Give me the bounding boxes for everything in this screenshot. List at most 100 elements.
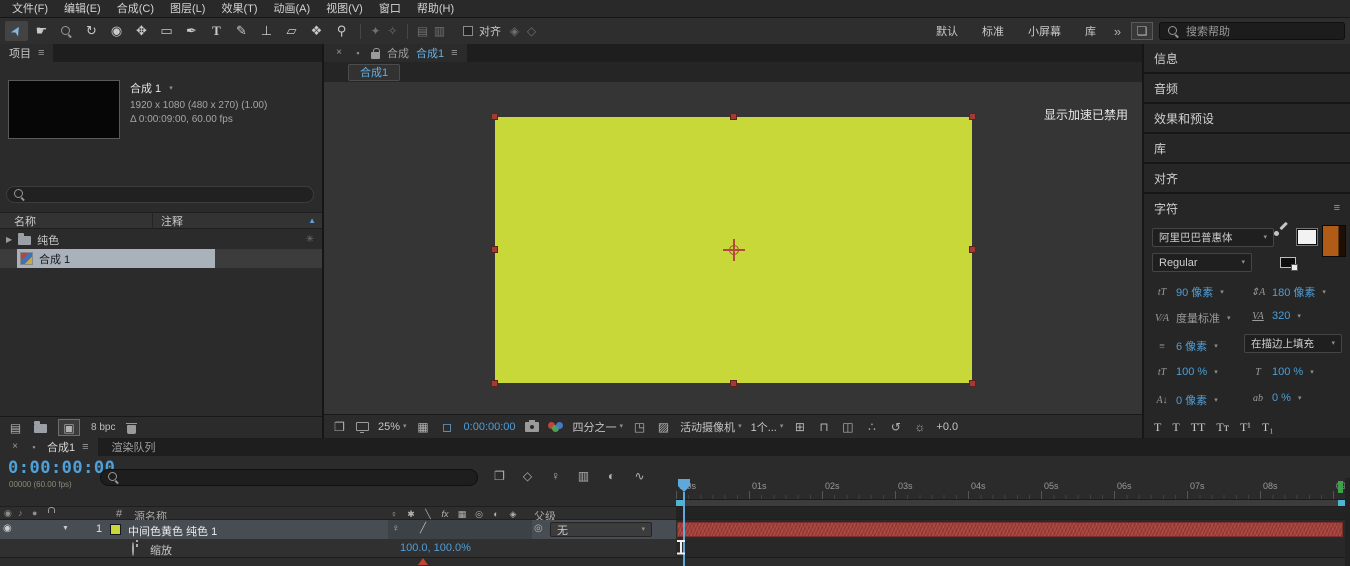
stroke-width-control[interactable]: ≡ 6 像素 ▾	[1152, 338, 1218, 354]
layer-color-chip[interactable]	[110, 524, 121, 535]
tab-timeline-comp1[interactable]: × ▪ 合成1 ≡	[0, 438, 98, 456]
transform-handle[interactable]	[491, 113, 498, 120]
scale-property-row[interactable]: 缩放 100.0, 100.0%	[0, 539, 676, 557]
target-region-icon[interactable]: ⊓	[816, 419, 831, 434]
solo-column-icon[interactable]: ●	[32, 508, 37, 518]
roto-brush-tool-icon[interactable]: ❖	[305, 21, 328, 41]
tsume-value[interactable]: 0 %	[1272, 392, 1291, 404]
workspace-tab[interactable]: 库	[1073, 23, 1108, 39]
font-family-dropdown[interactable]: 阿里巴巴普惠体 ▾	[1152, 228, 1274, 247]
exposure-value[interactable]: +0.0	[936, 421, 958, 433]
camera-dropdown[interactable]: 活动摄像机 ▾	[680, 419, 742, 435]
snap-label[interactable]: 对齐	[475, 23, 505, 39]
collapsed-panel-header[interactable]: 音频	[1144, 74, 1350, 102]
baseline-shift-value[interactable]: 0 像素	[1176, 392, 1207, 408]
layer-quality-toggle[interactable]: ╱	[420, 523, 426, 534]
layer-track[interactable]	[676, 520, 1345, 539]
faux-style-button[interactable]: Tᴛ	[1216, 420, 1229, 435]
faux-style-button[interactable]: T₁	[1262, 420, 1274, 435]
property-value[interactable]: 100.0, 100.0%	[400, 542, 471, 554]
layer-name[interactable]: 中间色黄色 纯色 1	[128, 523, 217, 539]
pan-behind-tool-icon[interactable]: ✥	[130, 21, 153, 41]
panel-menu-icon[interactable]: ≡	[82, 441, 88, 453]
view-layout-icon[interactable]: ⊞	[792, 419, 807, 434]
menu-item[interactable]: 编辑(E)	[56, 0, 109, 18]
shy-layers-icon[interactable]: ♀	[548, 468, 563, 483]
graph-editor-icon[interactable]: ∿	[632, 468, 647, 483]
eye-column-icon[interactable]: ◉	[4, 508, 12, 519]
snapshot-camera-icon[interactable]	[524, 419, 539, 432]
close-icon[interactable]: ×	[333, 46, 345, 61]
yellow-solid-layer[interactable]	[491, 113, 976, 387]
menu-item[interactable]: 窗口	[371, 0, 409, 18]
vertical-scale-control[interactable]: tT 100 % ▾	[1152, 366, 1218, 378]
project-bit-depth[interactable]: 8 bpc	[91, 422, 115, 433]
timeline-scrollbar[interactable]	[1345, 478, 1350, 566]
zoom-tool-icon[interactable]	[55, 21, 78, 41]
stroke-mode-dropdown[interactable]: 在描边上填充 ▾	[1244, 334, 1342, 353]
grid-options-icon[interactable]: ▦	[416, 419, 431, 434]
font-style-dropdown[interactable]: Regular ▾	[1152, 253, 1252, 272]
stroke-color-swatch[interactable]	[1322, 225, 1346, 257]
selected-comp-name[interactable]: 合成 1	[130, 80, 161, 96]
camera-tool-icon[interactable]: ◉	[105, 21, 128, 41]
transform-handle[interactable]	[969, 380, 976, 387]
column-name[interactable]: 名称	[0, 213, 152, 229]
region-of-interest-icon[interactable]: ◳	[632, 419, 647, 434]
project-row-comp[interactable]: 合成 1	[0, 249, 322, 268]
magnification-dropdown[interactable]: 25% ▾	[378, 421, 407, 433]
menu-item[interactable]: 图层(L)	[162, 0, 213, 18]
workspace-tab[interactable]: 默认	[924, 23, 970, 39]
snap-checkbox[interactable]	[463, 26, 473, 36]
sort-arrow-icon[interactable]: ▲	[308, 216, 316, 225]
pen-tool-icon[interactable]: ✒	[180, 21, 203, 41]
faux-style-button[interactable]: TT	[1191, 420, 1206, 435]
draft-3d-icon[interactable]: ◇	[520, 468, 535, 483]
transform-handle[interactable]	[969, 113, 976, 120]
shape-tool-icon[interactable]: ▭	[155, 21, 178, 41]
layer-duration-bar[interactable]	[677, 522, 1343, 537]
workspace-tab[interactable]: 小屏幕	[1016, 23, 1073, 39]
frame-blend-icon[interactable]: ▥	[576, 468, 591, 483]
menu-item[interactable]: 文件(F)	[4, 0, 56, 18]
project-search-field[interactable]	[6, 186, 314, 203]
kerning-control[interactable]: V⁄A 度量标准 ▾	[1152, 310, 1230, 326]
kerning-value[interactable]: 度量标准	[1176, 310, 1220, 326]
column-comment[interactable]: 注释	[152, 212, 308, 229]
tool-option-icon[interactable]: ✦	[368, 24, 383, 39]
stopwatch-icon[interactable]	[132, 542, 134, 556]
column-number[interactable]: #	[116, 508, 122, 520]
tracking-value[interactable]: 320	[1272, 310, 1290, 322]
comp-item-name[interactable]: 合成 1	[39, 251, 70, 267]
font-size-control[interactable]: tT 90 像素 ▾	[1152, 284, 1224, 300]
font-size-value[interactable]: 90 像素	[1176, 284, 1213, 300]
type-tool-icon[interactable]: T	[205, 21, 228, 41]
transform-handle[interactable]	[491, 380, 498, 387]
tab-render-queue[interactable]: 渲染队列	[98, 438, 170, 456]
folder-name[interactable]: 纯色	[37, 232, 59, 248]
transform-handle[interactable]	[969, 246, 976, 253]
parent-pickwhip-icon[interactable]: ◎	[534, 523, 543, 534]
horizontal-scale-control[interactable]: T 100 % ▾	[1248, 366, 1314, 378]
stroke-width-value[interactable]: 6 像素	[1176, 338, 1207, 354]
rotate-tool-icon[interactable]: ↻	[80, 21, 103, 41]
guides-icon[interactable]: ◻	[440, 419, 455, 434]
motion-blur-icon[interactable]: ◐	[604, 468, 619, 483]
transform-handle[interactable]	[491, 246, 498, 253]
mini-flowchart-icon[interactable]: ❐	[492, 468, 507, 483]
menu-item[interactable]: 视图(V)	[318, 0, 371, 18]
parent-dropdown[interactable]: 无 ▾	[550, 522, 652, 537]
collapsed-panel-header[interactable]: 库	[1144, 134, 1350, 162]
time-ruler[interactable]: :00s01s02s03s04s05s06s07s08s09s	[676, 478, 1345, 500]
twirl-closed-icon[interactable]: ▶	[6, 235, 12, 244]
audio-column-icon[interactable]: ♪	[18, 508, 23, 518]
tsume-control[interactable]: ab 0 % ▾	[1248, 392, 1301, 404]
layer-visibility-icon[interactable]: ◉	[3, 523, 12, 534]
help-search-field[interactable]: 搜索帮助	[1159, 22, 1345, 40]
close-icon[interactable]: ×	[9, 440, 21, 455]
menu-item[interactable]: 动画(A)	[266, 0, 319, 18]
project-row-folder[interactable]: ▶ 纯色 ✳	[0, 230, 322, 249]
horizontal-scale-value[interactable]: 100 %	[1272, 366, 1303, 378]
tab-composition[interactable]: × ▪ 合成 合成1 ≡	[324, 44, 467, 62]
comp-flowchart-icon[interactable]: ∴	[864, 419, 879, 434]
